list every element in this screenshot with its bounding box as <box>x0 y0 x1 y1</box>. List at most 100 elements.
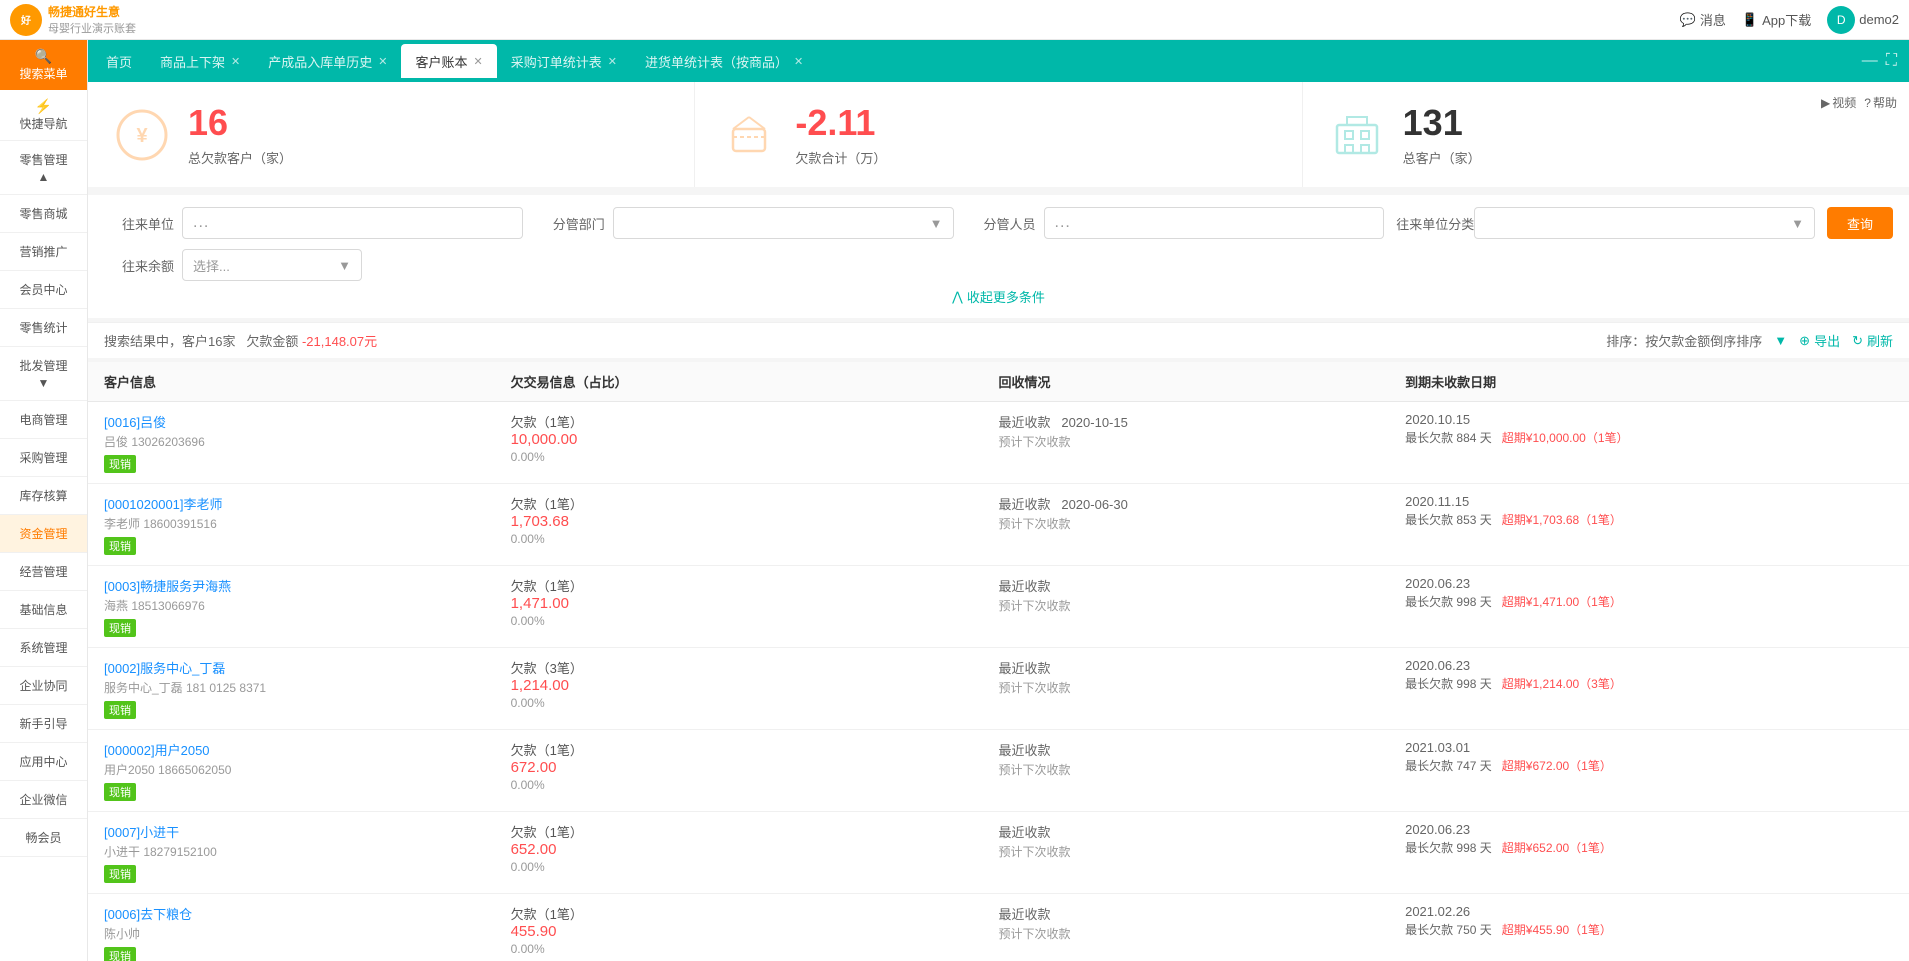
enterprise-collab-label: 企业协同 <box>19 677 67 694</box>
sidebar-item-member[interactable]: 会员中心 <box>0 271 87 309</box>
tab-home-label: 首页 <box>106 52 132 71</box>
search-menu-label: 搜索菜单 <box>6 65 81 82</box>
tab-import-stats-close[interactable]: ✕ <box>794 55 803 68</box>
tab-home[interactable]: 首页 <box>92 44 146 78</box>
message-btn[interactable]: 💬 消息 <box>1680 10 1726 29</box>
tab-product-history[interactable]: 产成品入库单历史 ✕ <box>254 44 401 78</box>
sidebar-item-app-center[interactable]: 应用中心 <box>0 743 87 781</box>
sidebar-item-retail-mall[interactable]: 零售商城 <box>0 195 87 233</box>
tab-purchase-order-close[interactable]: ✕ <box>608 55 617 68</box>
sidebar-item-enterprise-wechat[interactable]: 企业微信 <box>0 781 87 819</box>
app-download-btn[interactable]: 📱 App下载 <box>1742 10 1811 29</box>
person-input[interactable]: ... <box>1044 207 1385 239</box>
table-row: [0002]服务中心_丁磊 服务中心_丁磊 181 0125 8371 现销 欠… <box>88 648 1909 730</box>
query-button[interactable]: 查询 <box>1827 207 1893 239</box>
tab-import-stats[interactable]: 进货单统计表（按商品） ✕ <box>631 44 817 78</box>
customer-name-link[interactable]: [0001020001]李老师 <box>104 497 223 512</box>
customer-info-cell: [0007]小进干 小进干 18279152100 现销 <box>104 822 511 883</box>
tab-product-offshelf[interactable]: 商品上下架 ✕ <box>146 44 254 78</box>
member-label: 会员中心 <box>19 281 67 298</box>
result-amount-label: 欠款金额 <box>246 334 298 349</box>
debt-amount[interactable]: 652.00 <box>511 841 999 858</box>
overdue-link[interactable]: 超期¥672.00（1笔） <box>1502 759 1612 773</box>
sidebar-item-enterprise-collab[interactable]: 企业协同 <box>0 667 87 705</box>
sidebar-item-marketing[interactable]: 营销推广 <box>0 233 87 271</box>
tab-minimize-btn[interactable]: — <box>1862 52 1878 70</box>
customer-name-link[interactable]: [0006]去下粮仓 <box>104 907 192 922</box>
overdue-link[interactable]: 超期¥1,703.68（1笔） <box>1502 513 1622 527</box>
tab-maximize-btn[interactable]: ⛶ <box>1886 52 1897 70</box>
table-row: [0006]去下粮仓 陈小帅 现销 欠款（1笔） 455.90 0.00% 最近… <box>88 894 1909 961</box>
help-btn[interactable]: ? 帮助 <box>1864 94 1897 111</box>
sidebar-item-newbie[interactable]: 新手引导 <box>0 705 87 743</box>
logo-text: 畅捷通好生意 <box>48 3 136 20</box>
customer-name-link[interactable]: [0016]吕俊 <box>104 415 166 430</box>
sidebar-item-basic-info[interactable]: 基础信息 <box>0 591 87 629</box>
debt-amount[interactable]: 10,000.00 <box>511 431 999 448</box>
stats-row: ¥ 16 总欠款客户（家） <box>88 82 1909 187</box>
sidebar-item-vip[interactable]: 畅会员 <box>0 819 87 857</box>
customer-name-link[interactable]: [000002]用户2050 <box>104 743 210 758</box>
page-content: ¥ 16 总欠款客户（家） <box>88 82 1909 961</box>
message-icon: 💬 <box>1680 12 1696 28</box>
customer-tag: 现销 <box>104 537 136 555</box>
overdue-link[interactable]: 超期¥1,471.00（1笔） <box>1502 595 1622 609</box>
dept-filter-label: 分管部门 <box>535 214 605 233</box>
collapse-area: ⋀ 收起更多条件 <box>104 287 1893 306</box>
debt-amount[interactable]: 1,703.68 <box>511 513 999 530</box>
retail-stats-label: 零售统计 <box>19 319 67 336</box>
tab-customer-account-close[interactable]: ✕ <box>474 55 483 68</box>
sidebar-item-inventory[interactable]: 库存核算 <box>0 477 87 515</box>
payback-cell: 最近收款 预计下次收款 <box>999 904 1406 942</box>
overdue-cell: 2020.06.23 最长欠款 998 天 超期¥1,214.00（3笔） <box>1405 658 1893 692</box>
sidebar-item-retail-mgmt[interactable]: 零售管理 ▲ <box>0 141 87 195</box>
sidebar-item-quick-nav[interactable]: ⚡ 快捷导航 <box>0 90 87 141</box>
payback-label: 最近收款 <box>999 658 1406 677</box>
debt-amount[interactable]: 672.00 <box>511 759 999 776</box>
sidebar-item-operations[interactable]: 经营管理 <box>0 553 87 591</box>
result-amount-value: -21,148.07元 <box>302 334 377 349</box>
tab-product-history-close[interactable]: ✕ <box>378 55 387 68</box>
batch-mgmt-arrow: ▼ <box>38 376 50 390</box>
tab-purchase-order[interactable]: 采购订单统计表 ✕ <box>497 44 631 78</box>
sidebar-item-purchase[interactable]: 采购管理 <box>0 439 87 477</box>
operations-label: 经营管理 <box>19 563 67 580</box>
sidebar-item-search-menu[interactable]: 🔍 搜索菜单 <box>0 40 87 90</box>
debt-info-cell: 欠款（1笔） 672.00 0.00% <box>511 740 999 792</box>
collapse-btn[interactable]: ⋀ 收起更多条件 <box>952 287 1045 306</box>
debt-amount[interactable]: 1,214.00 <box>511 677 999 694</box>
debt-amount[interactable]: 455.90 <box>511 923 999 940</box>
refresh-btn[interactable]: ↻ 刷新 <box>1852 331 1893 350</box>
payback-cell: 最近收款 预计下次收款 <box>999 576 1406 614</box>
category-select[interactable]: ▼ <box>1474 207 1815 239</box>
user-area[interactable]: D demo2 <box>1827 6 1899 34</box>
customer-name-link[interactable]: [0003]畅捷服务尹海燕 <box>104 579 231 594</box>
logo-area: 好 畅捷通好生意 母婴行业演示账套 <box>10 3 210 36</box>
customer-input[interactable]: ... <box>182 207 523 239</box>
overdue-link[interactable]: 超期¥10,000.00（1笔） <box>1502 431 1629 445</box>
svg-text:¥: ¥ <box>136 125 148 147</box>
batch-mgmt-label: 批发管理 <box>19 357 67 374</box>
overdue-link[interactable]: 超期¥1,214.00（3笔） <box>1502 677 1622 691</box>
tab-customer-account[interactable]: 客户账本 ✕ <box>401 44 496 78</box>
export-btn[interactable]: ⊕ 导出 <box>1799 331 1840 350</box>
overdue-link[interactable]: 超期¥652.00（1笔） <box>1502 841 1612 855</box>
customer-name-link[interactable]: [0002]服务中心_丁磊 <box>104 661 225 676</box>
customer-name-link[interactable]: [0007]小进干 <box>104 825 179 840</box>
overdue-link[interactable]: 超期¥455.90（1笔） <box>1502 923 1612 937</box>
sidebar-item-finance[interactable]: 资金管理 <box>0 515 87 553</box>
header-debt: 欠交易信息（占比） <box>511 372 999 391</box>
sidebar-item-retail-stats[interactable]: 零售统计 <box>0 309 87 347</box>
dept-select[interactable]: ▼ <box>613 207 954 239</box>
customer-tag: 现销 <box>104 619 136 637</box>
overdue-cell: 2020.11.15 最长欠款 853 天 超期¥1,703.68（1笔） <box>1405 494 1893 528</box>
debt-amount[interactable]: 1,471.00 <box>511 595 999 612</box>
tab-product-offshelf-close[interactable]: ✕ <box>231 55 240 68</box>
balance-select[interactable]: 选择... ▼ <box>182 249 362 281</box>
sidebar-item-system[interactable]: 系统管理 <box>0 629 87 667</box>
stat-info-total: 131 总客户（家） <box>1403 102 1885 167</box>
sidebar-item-batch-mgmt[interactable]: 批发管理 ▼ <box>0 347 87 401</box>
debt-percent: 0.00% <box>511 860 999 874</box>
video-btn[interactable]: ▶ 视频 <box>1821 94 1856 111</box>
sidebar-item-ecommerce[interactable]: 电商管理 <box>0 401 87 439</box>
